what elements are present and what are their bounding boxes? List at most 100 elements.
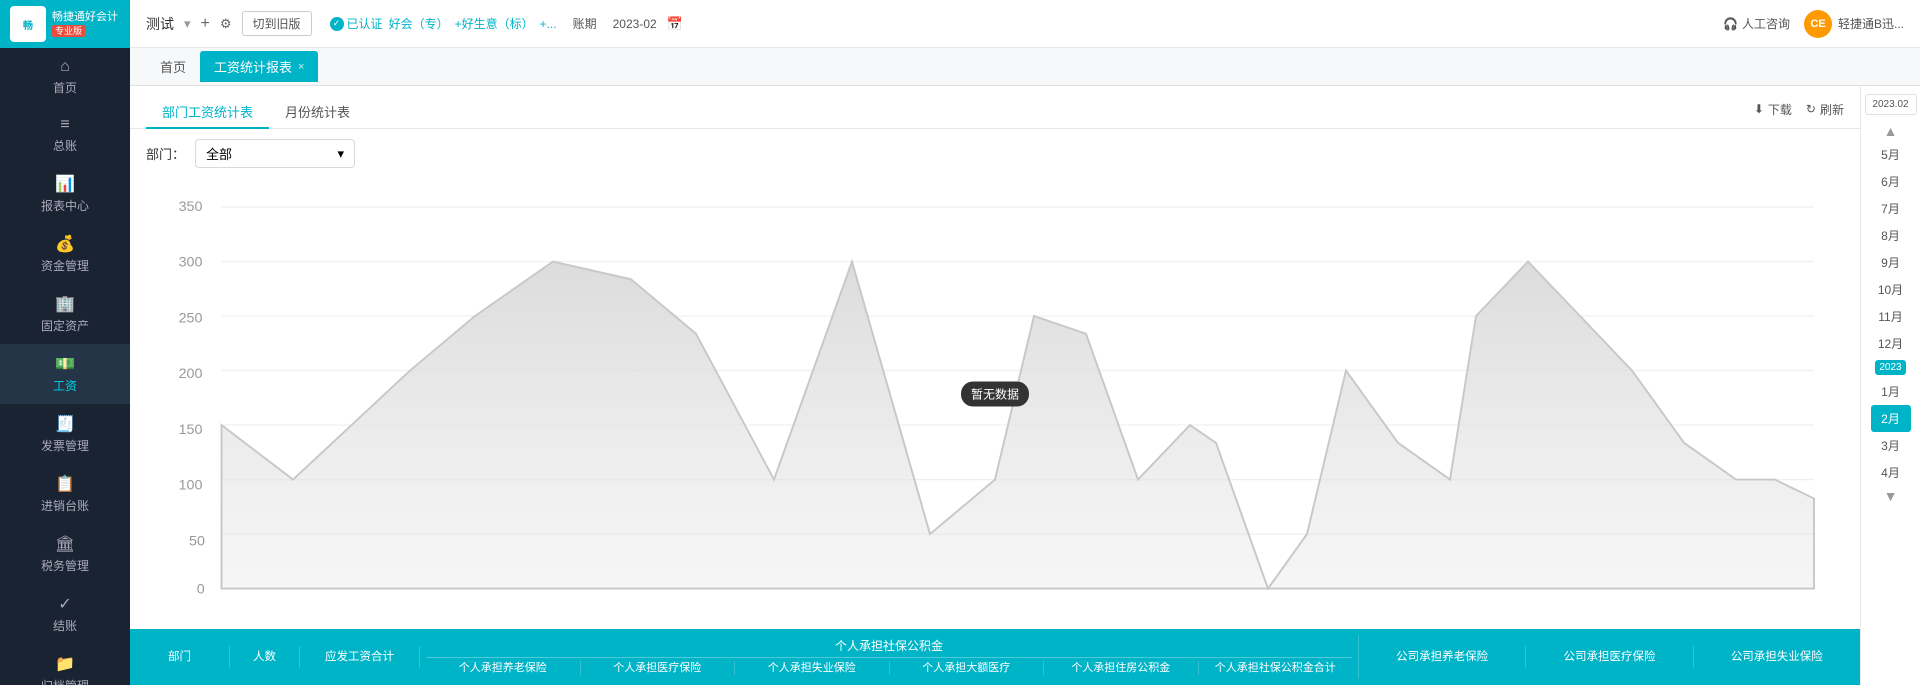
download-label: 下载 — [1768, 101, 1792, 118]
calendar-icon[interactable]: 📅 — [667, 16, 683, 32]
tab-close-button[interactable]: × — [298, 61, 304, 73]
sidebar-item-ledger-label: 总账 — [53, 137, 77, 154]
tab-salary-report-label: 工资统计报表 — [214, 57, 292, 76]
th-personal-unemployment: 个人承担失业保险 — [735, 661, 890, 675]
sidebar-item-salary[interactable]: 💵 工资 — [0, 344, 130, 404]
certified-dot: ✓ — [330, 17, 344, 31]
status-good-accounting: 好会（专） — [389, 15, 449, 32]
sidebar-item-reports[interactable]: 📊 报表中心 — [0, 164, 130, 224]
main-area: 测试 ▾ + ⚙ 切到旧版 ✓ 已认证 好会（专） +好生意（标） +... 账… — [130, 0, 1920, 685]
refresh-icon: ↻ — [1806, 102, 1816, 116]
year-2023-section[interactable]: 2023 — [1875, 357, 1905, 378]
next-year-button[interactable]: ▼ — [1861, 486, 1920, 506]
sidebar-item-funds[interactable]: 💰 资金管理 — [0, 224, 130, 284]
sidebar-nav: ⌂ 首页 ≡ 总账 📊 报表中心 💰 资金管理 🏢 固定资产 💵 工资 🧾 发票… — [0, 48, 130, 685]
y-label-350: 350 — [179, 198, 203, 214]
switch-old-version-button[interactable]: 切到旧版 — [242, 11, 312, 36]
sidebar-item-ledger[interactable]: ≡ 总账 — [0, 106, 130, 164]
sidebar-item-purchase-label: 进销台账 — [41, 497, 89, 514]
download-button[interactable]: ⬇ 下载 — [1754, 101, 1792, 118]
tab-salary-report[interactable]: 工资统计报表 × — [200, 51, 318, 82]
sidebar-item-reports-label: 报表中心 — [41, 197, 89, 214]
sidebar-item-home-label: 首页 — [53, 79, 77, 96]
status-certified: ✓ 已认证 — [330, 15, 383, 32]
month-item-5[interactable]: 5月 — [1861, 141, 1920, 168]
th-personal-major-medical: 个人承担大额医疗 — [890, 661, 1045, 675]
tab-home-label: 首页 — [160, 60, 186, 75]
headset-icon: 🎧 — [1723, 17, 1738, 31]
prev-year-button[interactable]: ▲ — [1861, 121, 1920, 141]
y-label-200: 200 — [179, 365, 203, 381]
year-display-toggle[interactable]: 2023.02 — [1865, 94, 1917, 115]
th-company-unemployment: 公司承担失业保险 — [1694, 646, 1860, 669]
sidebar-item-home[interactable]: ⌂ 首页 — [0, 48, 130, 106]
user-name[interactable]: 轻捷通B迅... — [1838, 15, 1904, 32]
ledger-icon: ≡ — [60, 116, 69, 134]
month-item-10[interactable]: 10月 — [1861, 276, 1920, 303]
sidebar-item-tax-label: 税务管理 — [41, 557, 89, 574]
purchase-icon: 📋 — [55, 474, 75, 494]
sidebar-item-archive[interactable]: 📁 归档管理 — [0, 644, 130, 685]
header-settings-button[interactable]: ⚙ — [220, 16, 232, 32]
logo-icon: 畅 — [10, 6, 46, 42]
chart-tooltip: 暂无数据 — [961, 382, 1029, 407]
year-2023-badge: 2023 — [1875, 360, 1905, 375]
month-item-2-active[interactable]: 2月 — [1871, 405, 1911, 432]
invoice-icon: 🧾 — [55, 414, 75, 434]
user-avatar: CE — [1804, 10, 1832, 38]
year-display: 2023.02 — [1872, 99, 1908, 110]
header-dropdown-arrow[interactable]: ▾ — [184, 16, 191, 32]
sidebar-item-checkout-label: 结账 — [53, 617, 77, 634]
header-add-button[interactable]: + — [201, 15, 210, 33]
logo: 畅 畅捷通好会计 专业版 — [0, 0, 130, 48]
sidebar-item-assets[interactable]: 🏢 固定资产 — [0, 284, 130, 344]
month-item-8[interactable]: 8月 — [1861, 222, 1920, 249]
sidebar-item-tax[interactable]: 🏛 税务管理 — [0, 524, 130, 584]
refresh-button[interactable]: ↻ 刷新 — [1806, 101, 1844, 118]
y-label-0: 0 — [197, 581, 205, 597]
filter-row: 部门： 全部 ▾ — [130, 129, 1860, 178]
sidebar-item-purchase[interactable]: 📋 进销台账 — [0, 464, 130, 524]
month-item-12[interactable]: 12月 — [1861, 330, 1920, 357]
salary-icon: 💵 — [55, 354, 75, 374]
th-company-medical: 公司承担医疗保险 — [1526, 646, 1693, 669]
sub-tabs-actions: ⬇ 下载 ↻ 刷新 — [1754, 101, 1844, 124]
sub-tab-department-label: 部门工资统计表 — [162, 105, 253, 120]
sub-tab-monthly[interactable]: 月份统计表 — [269, 96, 366, 129]
period-value: 2023-02 — [613, 17, 657, 31]
download-icon: ⬇ — [1754, 102, 1764, 116]
month-item-11[interactable]: 11月 — [1861, 303, 1920, 330]
chart-area-path — [222, 262, 1815, 589]
filter-value: 全部 — [206, 144, 232, 163]
sub-tab-department[interactable]: 部门工资统计表 — [146, 96, 269, 129]
logo-title: 畅捷通好会计 — [52, 10, 118, 24]
checkout-icon: ✓ — [58, 594, 71, 614]
tab-home[interactable]: 首页 — [146, 51, 200, 82]
sub-tab-monthly-label: 月份统计表 — [285, 105, 350, 120]
user-section: CE 轻捷通B迅... — [1804, 10, 1904, 38]
month-item-7[interactable]: 7月 — [1861, 195, 1920, 222]
top-header: 测试 ▾ + ⚙ 切到旧版 ✓ 已认证 好会（专） +好生意（标） +... 账… — [130, 0, 1920, 48]
tax-icon: 🏛 — [55, 534, 75, 554]
reports-icon: 📊 — [55, 174, 75, 194]
month-item-3[interactable]: 3月 — [1861, 432, 1920, 459]
funds-icon: 💰 — [55, 234, 75, 254]
header-status: ✓ 已认证 好会（专） +好生意（标） +... — [330, 15, 557, 32]
department-select[interactable]: 全部 ▾ — [195, 139, 355, 168]
th-personal-total: 个人承担社保公积金合计 — [1199, 661, 1353, 675]
period-label: 账期 — [573, 15, 597, 32]
archive-icon: 📁 — [55, 654, 75, 674]
month-item-9[interactable]: 9月 — [1861, 249, 1920, 276]
month-item-6[interactable]: 6月 — [1861, 168, 1920, 195]
sidebar-item-checkout[interactable]: ✓ 结账 — [0, 584, 130, 644]
assets-icon: 🏢 — [55, 294, 75, 314]
tabs-bar: 首页 工资统计报表 × — [130, 48, 1920, 86]
month-item-1[interactable]: 1月 — [1861, 378, 1920, 405]
help-button[interactable]: 🎧 人工咨询 — [1723, 15, 1790, 32]
month-item-4[interactable]: 4月 — [1861, 459, 1920, 486]
sidebar-item-invoice[interactable]: 🧾 发票管理 — [0, 404, 130, 464]
sidebar-item-archive-label: 归档管理 — [41, 677, 89, 685]
y-label-250: 250 — [179, 310, 203, 326]
content-area: 部门工资统计表 月份统计表 ⬇ 下载 ↻ 刷新 — [130, 86, 1920, 685]
home-icon: ⌂ — [60, 58, 70, 76]
